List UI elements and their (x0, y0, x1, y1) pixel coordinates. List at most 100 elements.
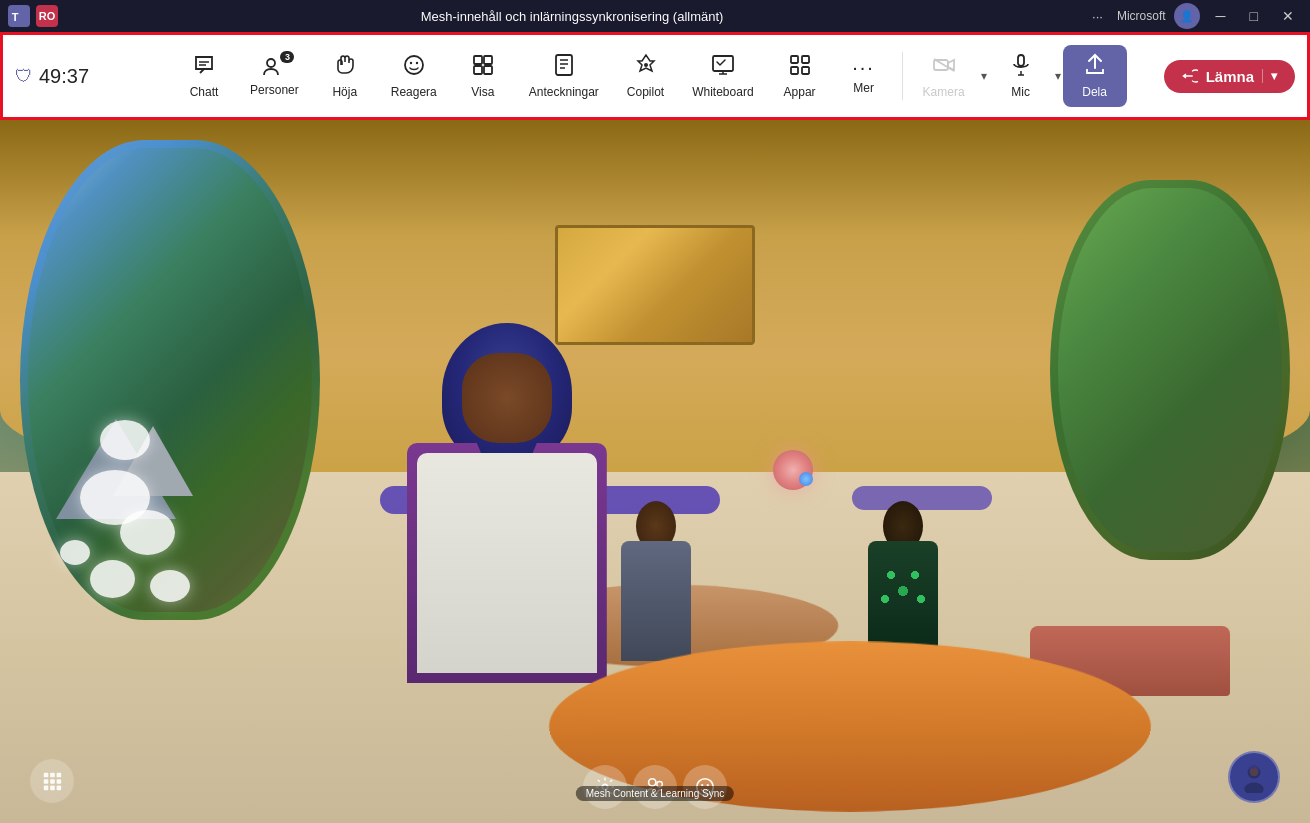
more-label: Mer (853, 81, 874, 95)
share-label: Dela (1082, 85, 1107, 99)
meeting-timer: 49:37 (39, 65, 89, 88)
svg-rect-21 (50, 773, 55, 778)
raise-button[interactable]: Höja (313, 45, 377, 107)
svg-rect-28 (57, 786, 62, 791)
background-avatar-right (863, 501, 943, 661)
sparkle-cloud-4 (90, 560, 135, 598)
apps-label: Appar (784, 85, 816, 99)
svg-point-38 (1244, 783, 1263, 793)
camera-arrow-btn[interactable]: ▾ (979, 67, 989, 85)
mic-button[interactable]: Mic (989, 45, 1053, 107)
jacket-pattern (873, 551, 933, 631)
share-button[interactable]: Dela (1063, 45, 1127, 107)
toolbar-left: 🛡 49:37 (15, 65, 135, 88)
window-title: Mesh-innehåll och inlärningssynkroniseri… (58, 9, 1086, 24)
toolbar-items: Chatt 3 Personer Höja (135, 45, 1164, 107)
react-icon (402, 53, 426, 81)
apps-button[interactable]: Appar (768, 45, 832, 107)
mesh-scene-label: Mesh Content & Learning Sync (576, 786, 734, 801)
whiteboard-button[interactable]: Whiteboard (678, 45, 767, 107)
mic-arrow-btn[interactable]: ▾ (1053, 67, 1063, 85)
svg-point-37 (1250, 768, 1258, 776)
camera-group: Kamera ▾ (909, 45, 989, 107)
chat-label: Chatt (190, 85, 219, 99)
mic-icon (1009, 53, 1033, 81)
leave-button[interactable]: Lämna ▾ (1164, 60, 1295, 93)
whiteboard-label: Whiteboard (692, 85, 753, 99)
react-button[interactable]: Reagera (377, 45, 451, 107)
maximize-btn[interactable]: □ (1242, 6, 1266, 26)
svg-rect-16 (802, 67, 809, 74)
camera-button[interactable]: Kamera (909, 45, 979, 107)
people-label: Personer (250, 83, 299, 97)
people-badge: 3 (280, 51, 294, 63)
main-avatar (367, 143, 647, 723)
chat-icon (192, 53, 216, 81)
people-button[interactable]: 3 Personer (236, 47, 313, 105)
react-label: Reagera (391, 85, 437, 99)
avatar-face (462, 353, 552, 443)
avatar-shirt (417, 453, 597, 673)
meeting-toolbar: 🛡 49:37 Chatt 3 Personer (0, 32, 1310, 120)
close-btn[interactable]: ✕ (1274, 6, 1302, 26)
avatar-body (407, 323, 607, 723)
leave-label: Lämna (1206, 68, 1254, 85)
scene-bottom-controls: Mesh Content & Learning Sync (583, 765, 727, 809)
notes-icon (552, 53, 576, 81)
floating-orb-blue (799, 472, 813, 486)
mic-group: Mic ▾ (989, 45, 1063, 107)
svg-point-4 (410, 62, 412, 64)
svg-rect-19 (1018, 55, 1024, 66)
notes-button[interactable]: Anteckningar (515, 45, 613, 107)
whiteboard-icon (711, 53, 735, 81)
leave-chevron-icon: ▾ (1262, 69, 1277, 83)
svg-rect-25 (57, 779, 62, 784)
svg-rect-7 (484, 56, 492, 64)
title-bar-controls: ··· Microsoft 👤 ─ □ ✕ (1086, 3, 1302, 29)
chat-button[interactable]: Chatt (172, 45, 236, 107)
svg-rect-14 (802, 56, 809, 63)
svg-text:T: T (12, 11, 19, 23)
mic-label: Mic (1011, 85, 1030, 99)
copilot-button[interactable]: Copilot (613, 45, 678, 107)
user-scene-avatar[interactable] (1228, 751, 1280, 803)
view-button[interactable]: Visa (451, 45, 515, 107)
svg-point-2 (267, 59, 275, 67)
svg-rect-15 (791, 67, 798, 74)
user-avatar-title[interactable]: 👤 (1174, 3, 1200, 29)
sparkle-cloud-1 (100, 420, 150, 460)
share-icon (1083, 53, 1107, 81)
more-options-btn[interactable]: ··· (1086, 7, 1109, 26)
view-icon (471, 53, 495, 81)
title-bar-left: T RO (8, 5, 58, 27)
mesh-scene: ● ● (0, 120, 1310, 823)
title-bar: T RO Mesh-innehåll och inlärningssynkron… (0, 0, 1310, 32)
copilot-label: Copilot (627, 85, 664, 99)
minimize-btn[interactable]: ─ (1208, 6, 1234, 26)
camera-label: Kamera (923, 85, 965, 99)
svg-point-3 (405, 56, 423, 74)
svg-rect-20 (44, 773, 49, 778)
svg-point-11 (644, 63, 648, 67)
svg-rect-24 (50, 779, 55, 784)
svg-rect-8 (474, 66, 482, 74)
svg-rect-22 (57, 773, 62, 778)
svg-rect-12 (713, 56, 733, 71)
right-window-inner (1058, 188, 1282, 552)
svg-rect-27 (50, 786, 55, 791)
people-icon (262, 59, 286, 84)
grid-menu-button[interactable] (30, 759, 74, 803)
shield-icon: 🛡 (15, 66, 33, 87)
svg-rect-26 (44, 786, 49, 791)
svg-rect-13 (791, 56, 798, 63)
sparkle-cloud-3 (120, 510, 175, 555)
svg-rect-17 (934, 60, 948, 70)
notes-label: Anteckningar (529, 85, 599, 99)
view-label: Visa (471, 85, 494, 99)
apps-icon (788, 53, 812, 81)
copilot-icon (634, 53, 658, 81)
svg-point-5 (416, 62, 418, 64)
camera-icon (932, 53, 956, 81)
teams-icon: T (8, 5, 30, 27)
more-button[interactable]: ··· Mer (832, 49, 896, 103)
